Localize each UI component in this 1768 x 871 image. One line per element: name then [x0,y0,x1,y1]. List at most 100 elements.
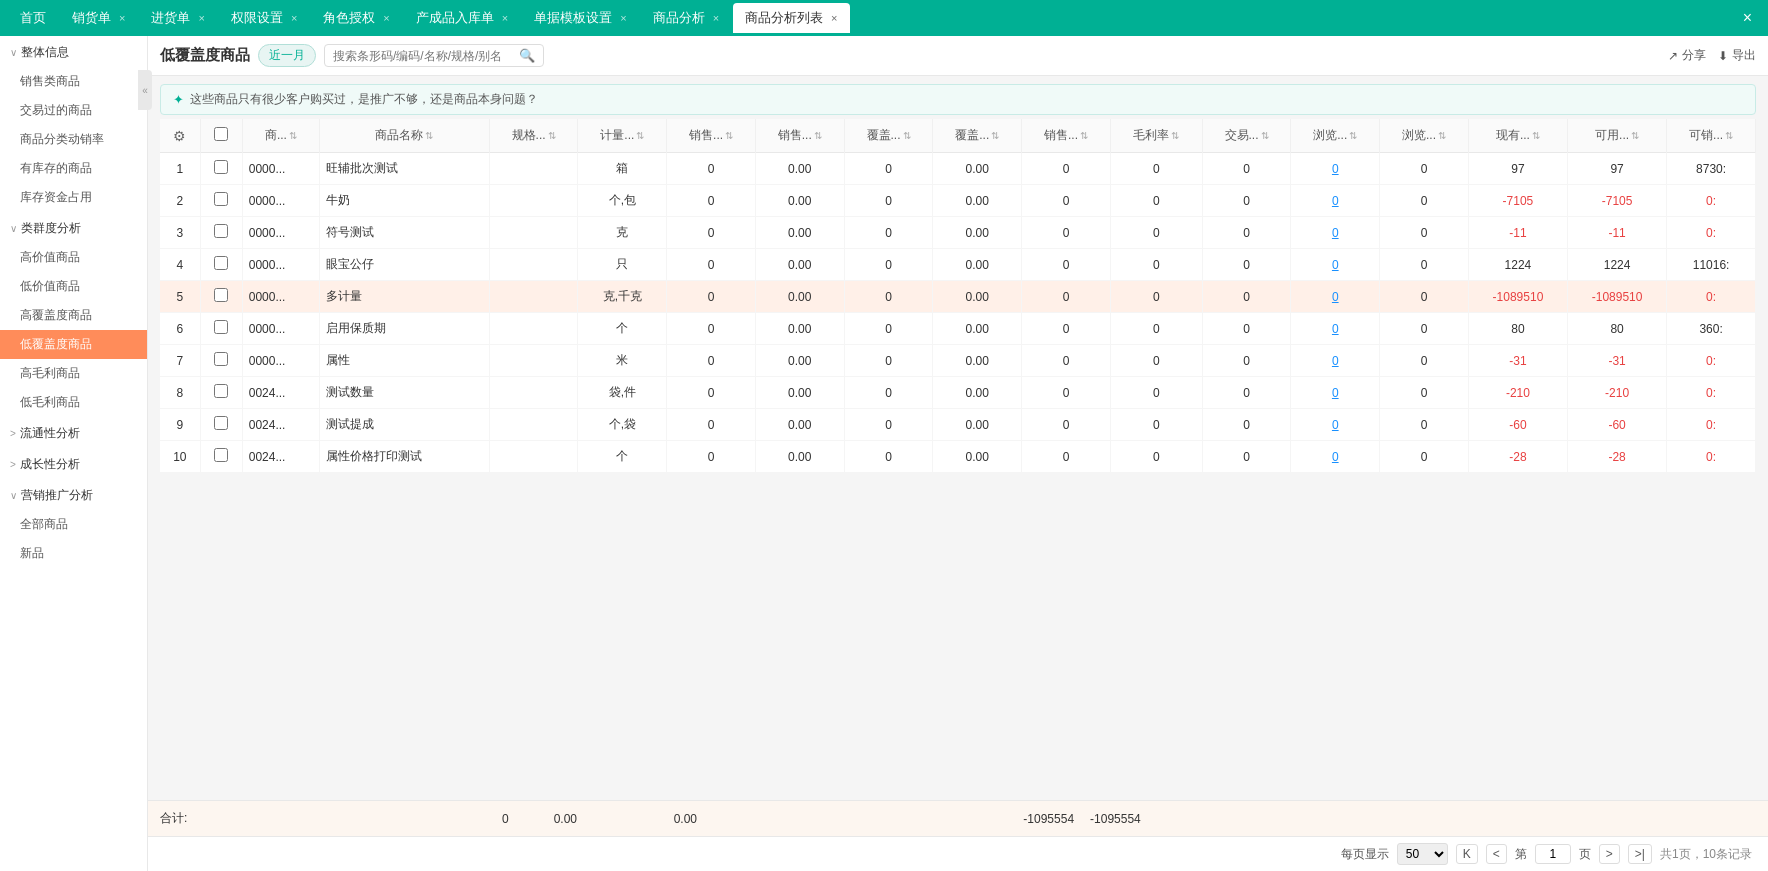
sidebar-item-category-sales-rate[interactable]: 商品分类动销率 [0,125,147,154]
cell-checkbox[interactable] [200,409,242,441]
col-settings[interactable]: ⚙ [160,119,200,153]
col-cover1[interactable]: 覆盖...⇅ [844,119,933,153]
share-button[interactable]: ↗ 分享 [1668,47,1706,64]
sidebar-section-marketing[interactable]: ∨ 营销推广分析 [0,479,147,510]
first-page-button[interactable]: K [1456,844,1478,864]
col-browse1[interactable]: 浏览...⇅ [1291,119,1380,153]
row-checkbox[interactable] [214,448,228,462]
page-number-input[interactable] [1535,844,1571,864]
cell-b1[interactable]: 0 [1291,313,1380,345]
cell-b1[interactable]: 0 [1291,249,1380,281]
cell-b1[interactable]: 0 [1291,185,1380,217]
row-checkbox[interactable] [214,224,228,238]
sidebar-item-high-profit[interactable]: 高毛利商品 [0,359,147,388]
col-checkbox[interactable] [200,119,242,153]
cell-checkbox[interactable] [200,217,242,249]
sidebar-item-low-profit[interactable]: 低毛利商品 [0,388,147,417]
sidebar-section-liquidity[interactable]: > 流通性分析 [0,417,147,448]
cell-b1[interactable]: 0 [1291,153,1380,185]
nav-role-auth[interactable]: 角色授权 × [311,3,401,33]
table-row[interactable]: 9 0024... 测试提成 个,袋 0 0.00 0 0.00 0 0 0 0… [160,409,1756,441]
col-sales2[interactable]: 销售...⇅ [755,119,844,153]
col-unit[interactable]: 计量...⇅ [578,119,667,153]
sidebar-collapse-button[interactable]: « [138,70,152,110]
nav-product-inbound[interactable]: 产成品入库单 × [404,3,520,33]
page-size-select[interactable]: 50 100 200 [1397,843,1448,865]
sidebar-item-sales-goods[interactable]: 销售类商品 [0,67,147,96]
next-page-button[interactable]: > [1599,844,1620,864]
close-icon[interactable]: × [198,12,204,24]
close-icon[interactable]: × [713,12,719,24]
col-gross[interactable]: 毛利率⇅ [1110,119,1202,153]
sidebar-section-overall[interactable]: ∨ 整体信息 [0,36,147,67]
table-row[interactable]: 8 0024... 测试数量 袋,件 0 0.00 0 0.00 0 0 0 0… [160,377,1756,409]
col-browse2[interactable]: 浏览...⇅ [1380,119,1469,153]
cell-b1[interactable]: 0 [1291,345,1380,377]
nav-template-settings[interactable]: 单据模板设置 × [522,3,638,33]
settings-icon[interactable]: ⚙ [173,128,186,144]
cell-checkbox[interactable] [200,345,242,377]
table-row[interactable]: 5 0000... 多计量 克,千克 0 0.00 0 0.00 0 0 0 0… [160,281,1756,313]
table-row[interactable]: 6 0000... 启用保质期 个 0 0.00 0 0.00 0 0 0 0 … [160,313,1756,345]
cell-checkbox[interactable] [200,377,242,409]
col-stock3[interactable]: 可销...⇅ [1667,119,1756,153]
close-icon[interactable]: × [291,12,297,24]
cell-b1[interactable]: 0 [1291,409,1380,441]
row-checkbox[interactable] [214,416,228,430]
table-row[interactable]: 4 0000... 眼宝公仔 只 0 0.00 0 0.00 0 0 0 0 0… [160,249,1756,281]
sidebar-item-traded-goods[interactable]: 交易过的商品 [0,96,147,125]
sidebar-section-cluster-analysis[interactable]: ∨ 类群度分析 [0,212,147,243]
close-icon[interactable]: × [831,12,837,24]
sidebar-item-in-stock-goods[interactable]: 有库存的商品 [0,154,147,183]
cell-b1[interactable]: 0 [1291,281,1380,313]
sidebar-item-low-value[interactable]: 低价值商品 [0,272,147,301]
col-spec[interactable]: 规格...⇅ [489,119,578,153]
col-trade[interactable]: 交易...⇅ [1202,119,1291,153]
nav-purchase-order[interactable]: 进货单 × [139,3,216,33]
sidebar-item-all-goods[interactable]: 全部商品 [0,510,147,539]
prev-page-button[interactable]: < [1486,844,1507,864]
close-icon[interactable]: × [119,12,125,24]
col-code[interactable]: 商...⇅ [242,119,319,153]
cell-checkbox[interactable] [200,153,242,185]
cell-b1[interactable]: 0 [1291,441,1380,473]
sidebar-item-new-goods[interactable]: 新品 [0,539,147,568]
col-sales1[interactable]: 销售...⇅ [667,119,756,153]
row-checkbox[interactable] [214,192,228,206]
nav-permission-settings[interactable]: 权限设置 × [219,3,309,33]
sidebar-item-stock-capital[interactable]: 库存资金占用 [0,183,147,212]
nav-product-analysis-list[interactable]: 商品分析列表 × [733,3,849,33]
export-button[interactable]: ⬇ 导出 [1718,47,1756,64]
last-page-button[interactable]: >| [1628,844,1652,864]
nav-sales-order[interactable]: 销货单 × [60,3,137,33]
close-icon[interactable]: × [620,12,626,24]
table-wrapper[interactable]: ⚙ 商...⇅ 商品名称⇅ 规格...⇅ 计量...⇅ 销售...⇅ 销售...… [160,119,1756,800]
select-all-checkbox[interactable] [214,127,228,141]
row-checkbox[interactable] [214,320,228,334]
filter-button[interactable]: 近一月 [258,44,316,67]
sidebar-item-high-coverage[interactable]: 高覆盖度商品 [0,301,147,330]
col-stock2[interactable]: 可用...⇅ [1568,119,1667,153]
nav-product-analysis[interactable]: 商品分析 × [641,3,731,33]
col-cover2[interactable]: 覆盖...⇅ [933,119,1022,153]
cell-checkbox[interactable] [200,185,242,217]
cell-checkbox[interactable] [200,441,242,473]
window-close-button[interactable]: × [1735,5,1760,31]
close-icon[interactable]: × [383,12,389,24]
cell-checkbox[interactable] [200,249,242,281]
row-checkbox[interactable] [214,160,228,174]
sidebar-item-low-coverage[interactable]: 低覆盖度商品 [0,330,147,359]
table-row[interactable]: 2 0000... 牛奶 个,包 0 0.00 0 0.00 0 0 0 0 0… [160,185,1756,217]
cell-b1[interactable]: 0 [1291,217,1380,249]
row-checkbox[interactable] [214,288,228,302]
close-icon[interactable]: × [502,12,508,24]
row-checkbox[interactable] [214,384,228,398]
col-name[interactable]: 商品名称⇅ [320,119,490,153]
table-row[interactable]: 3 0000... 符号测试 克 0 0.00 0 0.00 0 0 0 0 0… [160,217,1756,249]
table-row[interactable]: 10 0024... 属性价格打印测试 个 0 0.00 0 0.00 0 0 … [160,441,1756,473]
sidebar-section-growth[interactable]: > 成长性分析 [0,448,147,479]
table-row[interactable]: 7 0000... 属性 米 0 0.00 0 0.00 0 0 0 0 0 -… [160,345,1756,377]
col-sales3[interactable]: 销售...⇅ [1022,119,1111,153]
sidebar-item-high-value[interactable]: 高价值商品 [0,243,147,272]
col-stock1[interactable]: 现有...⇅ [1468,119,1567,153]
